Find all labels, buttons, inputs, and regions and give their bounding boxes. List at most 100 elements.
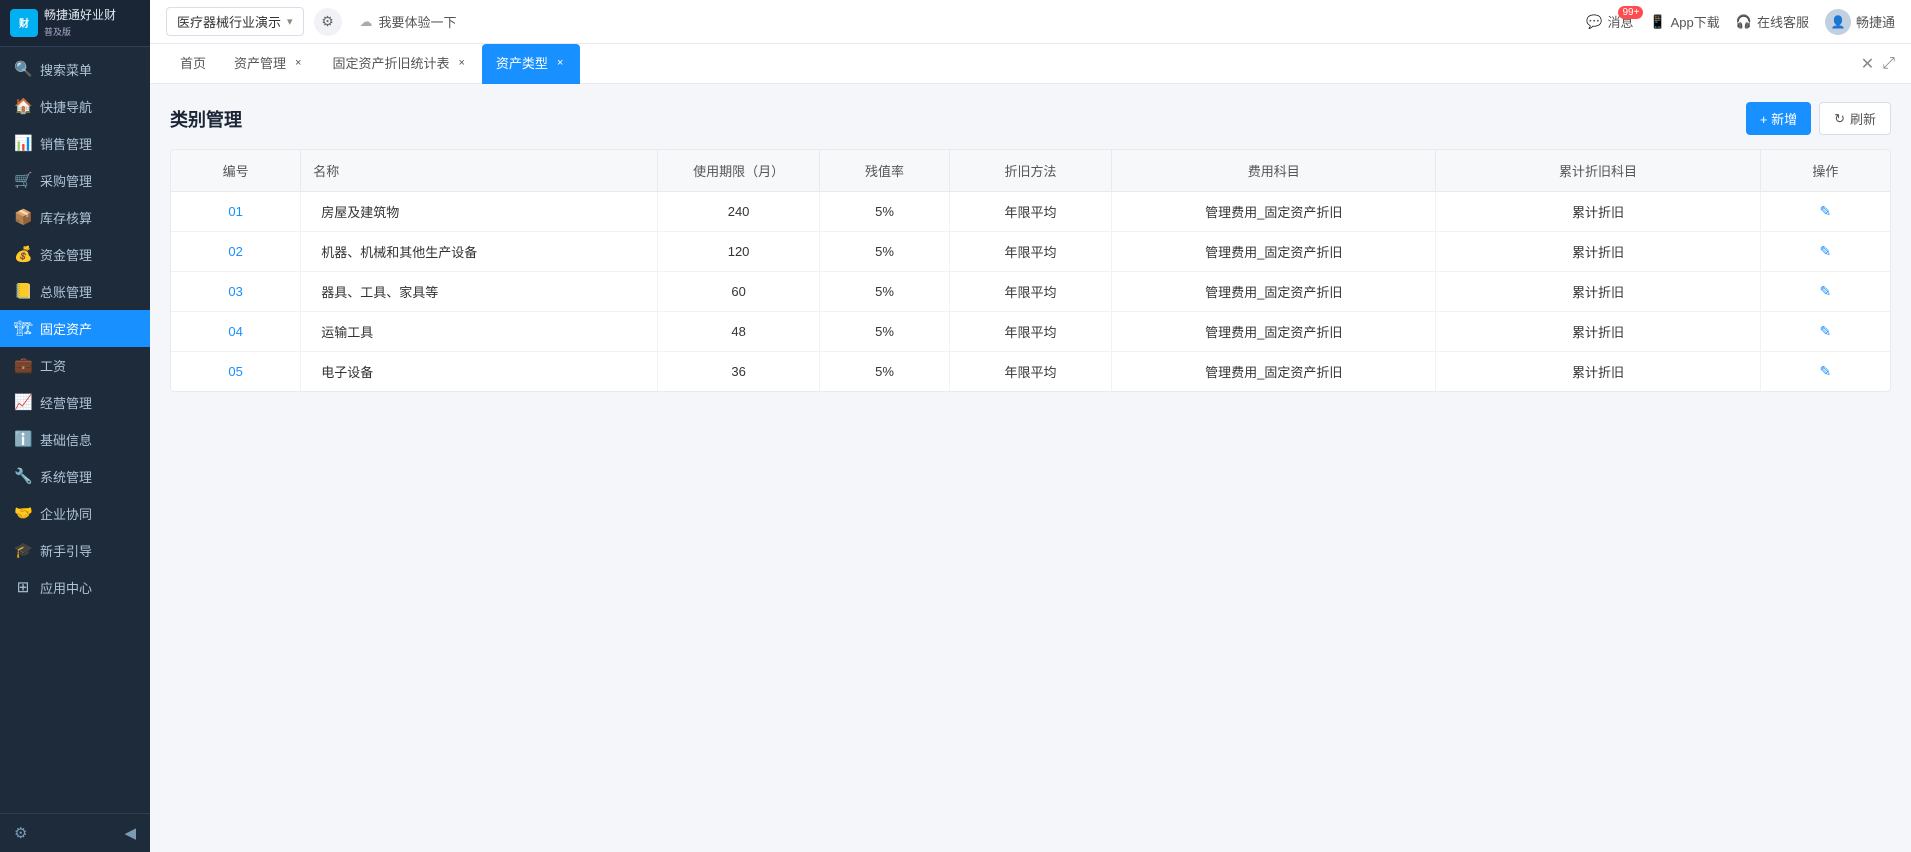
sidebar-item-enterprise[interactable]: 🤝 企业协同 xyxy=(0,495,150,532)
online-service-button[interactable]: 🎧 在线客服 xyxy=(1736,12,1809,31)
sidebar-item-label: 系统管理 xyxy=(40,467,92,486)
apps-icon: ⊞ xyxy=(14,578,32,596)
gear-icon: ⚙ xyxy=(321,13,334,30)
edit-icon[interactable]: ✎ xyxy=(1819,323,1831,339)
user-profile[interactable]: 👤 畅捷通 xyxy=(1825,9,1895,35)
col-header-expense: 费用科目 xyxy=(1112,150,1436,192)
settings-footer-icon[interactable]: ⚙ xyxy=(14,824,27,842)
basic-info-icon: ℹ️ xyxy=(14,430,32,448)
tab-label: 固定资产折旧统计表 xyxy=(332,53,449,72)
home-icon: 🏠 xyxy=(14,97,32,115)
app-download-button[interactable]: 📱 App下载 xyxy=(1649,12,1719,31)
context-selector[interactable]: 医疗器械行业演示 ▾ xyxy=(166,7,304,36)
sidebar-item-ledger[interactable]: 📒 总账管理 xyxy=(0,273,150,310)
tab-asset-type[interactable]: 资产类型 × xyxy=(482,44,580,84)
tab-asset-mgmt[interactable]: 资产管理 × xyxy=(220,44,318,84)
cell-expense: 管理费用_固定资产折旧 xyxy=(1112,192,1436,232)
sidebar-item-label: 固定资产 xyxy=(40,319,92,338)
col-header-code: 编号 xyxy=(171,150,301,192)
sidebar-item-guide[interactable]: 🎓 新手引导 xyxy=(0,532,150,569)
new-button[interactable]: + 新增 xyxy=(1746,102,1811,135)
sidebar-item-label: 库存核算 xyxy=(40,208,92,227)
tab-home[interactable]: 首页 xyxy=(166,44,220,84)
sidebar-item-apps[interactable]: ⊞ 应用中心 xyxy=(0,569,150,606)
tab-label: 首页 xyxy=(180,53,206,72)
edit-icon[interactable]: ✎ xyxy=(1819,283,1831,299)
sidebar-item-label: 总账管理 xyxy=(40,282,92,301)
col-header-method: 折旧方法 xyxy=(949,150,1111,192)
sidebar-item-fixed-assets[interactable]: 🏗 固定资产 xyxy=(0,310,150,347)
cell-action: ✎ xyxy=(1760,352,1890,392)
col-header-accum: 累计折旧科目 xyxy=(1436,150,1760,192)
sidebar-item-basic-info[interactable]: ℹ️ 基础信息 xyxy=(0,421,150,458)
cell-accum: 累计折旧 xyxy=(1436,232,1760,272)
tab-close-icon[interactable]: × xyxy=(455,56,467,70)
cell-accum: 累计折旧 xyxy=(1436,312,1760,352)
cell-expense: 管理费用_固定资产折旧 xyxy=(1112,232,1436,272)
category-table: 编号 名称 使用期限（月） 残值率 折旧方法 费用科目 累计折旧科目 操作 01… xyxy=(170,149,1891,392)
cell-accum: 累计折旧 xyxy=(1436,192,1760,232)
app-version: 普及版 xyxy=(44,25,116,38)
sidebar-item-inventory[interactable]: 📦 库存核算 xyxy=(0,199,150,236)
topbar-right: 💬 消息 99+ 📱 App下载 🎧 在线客服 👤 畅捷通 xyxy=(1586,9,1895,35)
cell-period: 48 xyxy=(658,312,820,352)
edit-icon[interactable]: ✎ xyxy=(1819,243,1831,259)
sidebar-footer: ⚙ ◀ xyxy=(0,813,150,852)
sidebar-item-label: 搜索菜单 xyxy=(40,60,92,79)
sidebar-item-funds[interactable]: 💰 资金管理 xyxy=(0,236,150,273)
sidebar-item-label: 工资 xyxy=(40,356,66,375)
refresh-button[interactable]: ↻ 刷新 xyxy=(1819,102,1891,135)
sidebar-item-search[interactable]: 🔍 搜索菜单 xyxy=(0,51,150,88)
inventory-icon: 📦 xyxy=(14,208,32,226)
topbar: 医疗器械行业演示 ▾ ⚙ ☁ 我要体验一下 💬 消息 99+ 📱 App下载 🎧… xyxy=(150,0,1911,44)
close-window-icon[interactable]: ✕ xyxy=(1861,54,1874,74)
payroll-icon: 💼 xyxy=(14,356,32,374)
sidebar-item-operations[interactable]: 📈 经营管理 xyxy=(0,384,150,421)
table-row: 01 房屋及建筑物 240 5% 年限平均 管理费用_固定资产折旧 累计折旧 ✎ xyxy=(171,192,1890,232)
sidebar-nav: 🔍 搜索菜单 🏠 快捷导航 📊 销售管理 🛒 采购管理 📦 库存核算 💰 资金管… xyxy=(0,47,150,813)
cell-name: 运输工具 xyxy=(301,312,658,352)
experience-label: 我要体验一下 xyxy=(379,12,457,31)
messages-button[interactable]: 💬 消息 99+ xyxy=(1586,12,1633,31)
table-row: 05 电子设备 36 5% 年限平均 管理费用_固定资产折旧 累计折旧 ✎ xyxy=(171,352,1890,392)
funds-icon: 💰 xyxy=(14,245,32,263)
sidebar-item-payroll[interactable]: 💼 工资 xyxy=(0,347,150,384)
sidebar-header: 财 畅捷通好业财 普及版 xyxy=(0,0,150,47)
operations-icon: 📈 xyxy=(14,393,32,411)
sidebar-item-label: 快捷导航 xyxy=(40,97,92,116)
refresh-label: 刷新 xyxy=(1850,109,1876,128)
cloud-icon: ☁ xyxy=(360,14,373,30)
tab-close-icon[interactable]: × xyxy=(554,56,566,70)
cell-period: 120 xyxy=(658,232,820,272)
cell-action: ✎ xyxy=(1760,232,1890,272)
cell-code: 01 xyxy=(171,192,301,232)
collapse-icon[interactable]: ◀ xyxy=(124,824,136,842)
edit-icon[interactable]: ✎ xyxy=(1819,363,1831,379)
sidebar-item-label: 应用中心 xyxy=(40,578,92,597)
experience-button[interactable]: ☁ 我要体验一下 xyxy=(352,8,465,35)
sidebar: 财 畅捷通好业财 普及版 🔍 搜索菜单 🏠 快捷导航 📊 销售管理 🛒 采购管理… xyxy=(0,0,150,852)
cell-name: 房屋及建筑物 xyxy=(301,192,658,232)
maximize-icon[interactable]: ⤢ xyxy=(1882,55,1895,73)
page-actions: + 新增 ↻ 刷新 xyxy=(1746,102,1891,135)
main-content: 医疗器械行业演示 ▾ ⚙ ☁ 我要体验一下 💬 消息 99+ 📱 App下载 🎧… xyxy=(150,0,1911,852)
edit-icon[interactable]: ✎ xyxy=(1819,203,1831,219)
sidebar-item-system[interactable]: 🔧 系统管理 xyxy=(0,458,150,495)
cell-method: 年限平均 xyxy=(949,352,1111,392)
cell-method: 年限平均 xyxy=(949,312,1111,352)
tab-close-icon[interactable]: × xyxy=(292,56,304,70)
tab-label: 资产类型 xyxy=(496,53,548,72)
cell-action: ✎ xyxy=(1760,192,1890,232)
topbar-settings-button[interactable]: ⚙ xyxy=(314,8,342,36)
sidebar-item-quick-nav[interactable]: 🏠 快捷导航 xyxy=(0,88,150,125)
table-row: 03 器具、工具、家具等 60 5% 年限平均 管理费用_固定资产折旧 累计折旧… xyxy=(171,272,1890,312)
sidebar-item-sales[interactable]: 📊 销售管理 xyxy=(0,125,150,162)
col-header-residual: 残值率 xyxy=(820,150,950,192)
sidebar-item-purchase[interactable]: 🛒 采购管理 xyxy=(0,162,150,199)
cell-expense: 管理费用_固定资产折旧 xyxy=(1112,352,1436,392)
sidebar-item-label: 采购管理 xyxy=(40,171,92,190)
ledger-icon: 📒 xyxy=(14,282,32,300)
col-header-action: 操作 xyxy=(1760,150,1890,192)
page-title: 类别管理 xyxy=(170,106,242,132)
tab-depreciation-table[interactable]: 固定资产折旧统计表 × xyxy=(318,44,481,84)
